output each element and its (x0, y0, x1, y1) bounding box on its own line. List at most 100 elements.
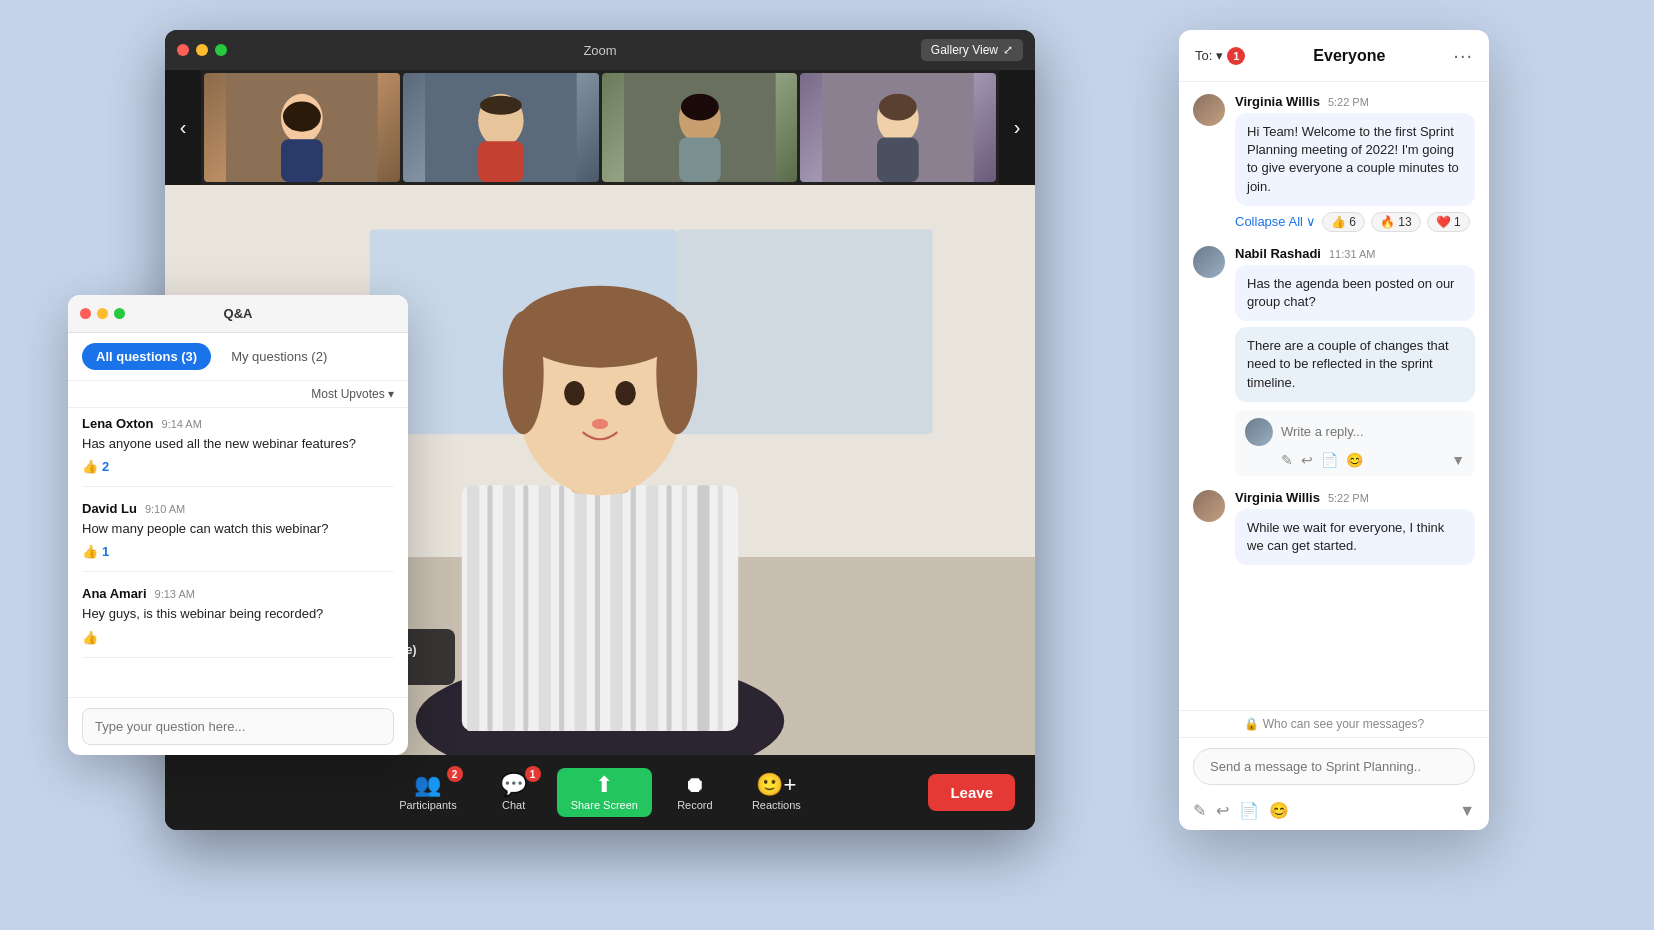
who-can-see-label: Who can see your messages? (1263, 717, 1424, 731)
reply-input-row (1245, 418, 1465, 446)
qa-minimize-dot[interactable] (97, 308, 108, 319)
reactions-label: Reactions (752, 799, 801, 811)
svg-rect-33 (646, 485, 658, 731)
chat-message-input[interactable] (1193, 748, 1475, 785)
svg-rect-6 (478, 141, 523, 182)
svg-rect-29 (574, 485, 586, 731)
zoom-title: Zoom (583, 43, 616, 58)
to-text: To: (1195, 48, 1212, 63)
qa-vote-btn-1[interactable]: 👍 2 (82, 459, 109, 474)
gallery-view-button[interactable]: Gallery View ⤢ (921, 39, 1023, 61)
chat-icon: 💬 (500, 774, 527, 796)
chat-input-area (1179, 738, 1489, 795)
reply-icon[interactable]: ↩ (1301, 452, 1313, 468)
participants-label: Participants (399, 799, 456, 811)
record-button[interactable]: ⏺ Record (660, 768, 730, 817)
share-screen-button[interactable]: ⬆ Share Screen (557, 768, 652, 817)
record-icon: ⏺ (684, 774, 706, 796)
emoji-icon[interactable]: 😊 (1346, 452, 1363, 468)
svg-rect-23 (467, 485, 479, 731)
chat-footer-toolbar: ✎ ↩ 📄 😊 ▼ (1179, 795, 1489, 830)
svg-rect-35 (682, 485, 687, 731)
window-controls (177, 44, 227, 56)
to-dropdown-icon: ▾ (1216, 48, 1223, 63)
leave-button[interactable]: Leave (928, 774, 1015, 811)
reactions-icon: 🙂+ (756, 774, 796, 796)
format-icon[interactable]: ✎ (1281, 452, 1293, 468)
qa-time-3: 9:13 AM (155, 588, 195, 600)
message-group-1: Virginia Willis 5:22 PM Hi Team! Welcome… (1193, 94, 1475, 232)
file-icon[interactable]: 📄 (1321, 452, 1338, 468)
qa-time-1: 9:14 AM (162, 418, 202, 430)
qa-question-header-2: David Lu 9:10 AM (82, 501, 394, 516)
svg-rect-26 (523, 485, 528, 731)
reaction-fire[interactable]: 🔥 13 (1371, 212, 1421, 232)
qa-maximize-dot[interactable] (114, 308, 125, 319)
qa-text-3: Hey guys, is this webinar being recorded… (82, 605, 394, 623)
maximize-dot[interactable] (215, 44, 227, 56)
thumbs-up-icon-3: 👍 (82, 630, 98, 645)
svg-point-11 (680, 94, 718, 121)
emoji-tool-icon[interactable]: 😊 (1269, 801, 1289, 820)
svg-rect-31 (610, 485, 622, 731)
svg-rect-34 (667, 485, 672, 731)
qa-question-3: Ana Amari 9:13 AM Hey guys, is this webi… (82, 586, 394, 657)
participant-thumb (800, 73, 996, 182)
message-group-2: Nabil Rashadi 11:31 AM Has the agenda be… (1193, 246, 1475, 476)
participants-button[interactable]: 👥 2 Participants (385, 768, 470, 817)
chat-more-button[interactable]: ··· (1453, 44, 1473, 67)
reply-input[interactable] (1281, 424, 1465, 439)
msg-sender-1: Virginia Willis (1235, 94, 1320, 109)
reactions-button[interactable]: 🙂+ Reactions (738, 768, 815, 817)
format-tool-icon[interactable]: ✎ (1193, 801, 1206, 820)
reply-area: ✎ ↩ 📄 😊 ▼ (1235, 410, 1475, 476)
send-icon[interactable]: ▼ (1451, 452, 1465, 468)
msg-time-3: 5:22 PM (1328, 492, 1369, 504)
svg-rect-24 (487, 485, 492, 731)
reaction-thumbs-up[interactable]: 👍 6 (1322, 212, 1365, 232)
qa-vote-row-2: 👍 1 (82, 544, 394, 559)
thumbs-up-icon-2: 👍 (82, 544, 98, 559)
chat-label: Chat (502, 799, 525, 811)
close-dot[interactable] (177, 44, 189, 56)
chat-panel: To: ▾ 1 Everyone ··· Virginia Willis 5:2… (1179, 30, 1489, 830)
qa-vote-btn-3[interactable]: 👍 (82, 630, 98, 645)
collapse-chevron-icon: ∨ (1306, 214, 1316, 229)
qa-text-2: How many people can watch this webinar? (82, 520, 394, 538)
qa-close-dot[interactable] (80, 308, 91, 319)
qa-input[interactable] (82, 708, 394, 745)
reply-tool-icon[interactable]: ↩ (1216, 801, 1229, 820)
qa-sort-label: Most Upvotes (311, 387, 384, 401)
share-screen-icon: ⬆ (595, 774, 613, 796)
send-tool-icon[interactable]: ▼ (1459, 802, 1475, 820)
msg-content-2: Nabil Rashadi 11:31 AM Has the agenda be… (1235, 246, 1475, 476)
next-participant-arrow[interactable]: › (999, 70, 1035, 185)
reaction-heart[interactable]: ❤️ 1 (1427, 212, 1470, 232)
qa-tabs: All questions (3) My questions (2) (68, 333, 408, 381)
lock-icon: 🔒 (1244, 717, 1259, 731)
svg-point-45 (592, 419, 608, 429)
prev-participant-arrow[interactable]: ‹ (165, 70, 201, 185)
file-tool-icon[interactable]: 📄 (1239, 801, 1259, 820)
participant-thumb (204, 73, 400, 182)
svg-rect-37 (718, 485, 723, 731)
msg-sender-3: Virginia Willis (1235, 490, 1320, 505)
chat-messages: Virginia Willis 5:22 PM Hi Team! Welcome… (1179, 82, 1489, 710)
qa-vote-btn-2[interactable]: 👍 1 (82, 544, 109, 559)
qa-vote-count-2: 1 (102, 544, 109, 559)
qa-question-1: Lena Oxton 9:14 AM Has anyone used all t… (82, 416, 394, 487)
msg-sender-2: Nabil Rashadi (1235, 246, 1321, 261)
reactions-row-1: Collapse All ∨ 👍 6 🔥 13 ❤️ 1 (1235, 212, 1475, 232)
chat-button[interactable]: 💬 1 Chat (479, 768, 549, 817)
svg-point-41 (503, 311, 544, 434)
svg-point-3 (283, 101, 321, 131)
collapse-all-button[interactable]: Collapse All ∨ (1235, 214, 1316, 229)
qa-tab-mine[interactable]: My questions (2) (221, 343, 337, 370)
who-can-see: 🔒 Who can see your messages? (1179, 710, 1489, 738)
thumbs-up-icon-1: 👍 (82, 459, 98, 474)
qa-tab-all[interactable]: All questions (3) (82, 343, 211, 370)
qa-sort-dropdown[interactable]: Most Upvotes ▾ (68, 381, 408, 408)
qa-vote-count-1: 2 (102, 459, 109, 474)
minimize-dot[interactable] (196, 44, 208, 56)
qa-asker-2: David Lu (82, 501, 137, 516)
